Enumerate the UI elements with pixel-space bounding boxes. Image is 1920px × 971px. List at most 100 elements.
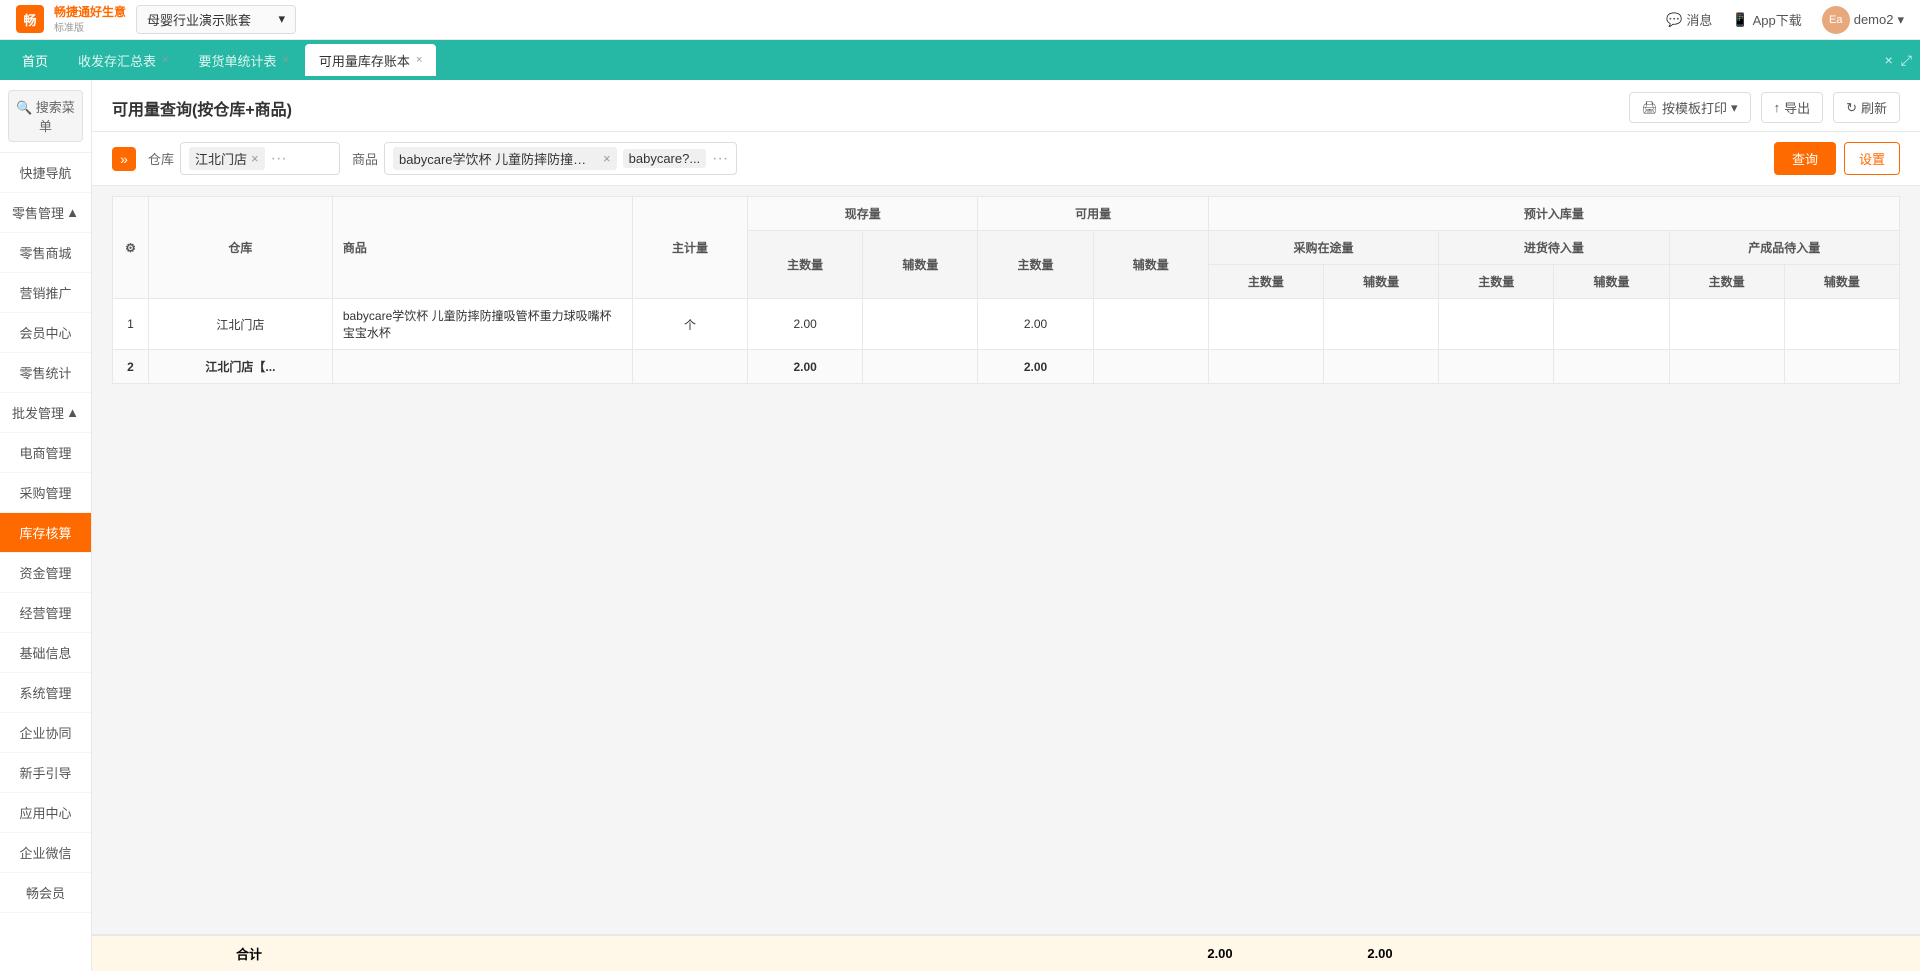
top-bar-left: 畅 畅捷通好生意 标准版 母婴行业演示账套 ▾: [16, 5, 296, 34]
row-inb-aux-2: [1554, 350, 1669, 384]
row-avail-main-1: 2.00: [978, 299, 1093, 350]
app-download-btn[interactable]: 📱 App下载: [1732, 10, 1801, 29]
close-tab-receive[interactable]: ×: [162, 54, 168, 66]
arrow-icon-wholesale: ▲: [66, 405, 79, 420]
industry-selector[interactable]: 母婴行业演示账套 ▾: [136, 5, 296, 34]
brand-icon: 畅: [16, 5, 44, 33]
sidebar-item-wholesale[interactable]: 批发管理 ▲: [0, 393, 91, 433]
sidebar-item-retail-stats[interactable]: 零售统计: [0, 353, 91, 393]
sidebar-item-enterprise-collab[interactable]: 企业协同: [0, 713, 91, 753]
page-title: 可用量查询(按仓库+商品): [112, 96, 292, 120]
remove-product-tag-1[interactable]: ×: [603, 151, 611, 166]
footer-current-main: 2.00: [1180, 946, 1260, 961]
row-prod-aux-1: [1784, 299, 1899, 350]
sidebar: 🔍 搜索菜单 快捷导航 零售管理 ▲ 零售商城 营销推广 会员中心 零售统计 批…: [0, 80, 92, 971]
search-icon: 🔍: [16, 100, 32, 115]
sidebar-item-retail-mall[interactable]: 零售商城: [0, 233, 91, 273]
product-filter: 商品 babycare学饮杯 儿童防摔防撞吸管杯重力球吸嘴杯宝宝水杯 × bab…: [352, 142, 737, 175]
avail-main-qty-header: 主数量: [978, 231, 1093, 299]
sidebar-item-member[interactable]: 畅会员: [0, 873, 91, 913]
sidebar-item-marketing[interactable]: 营销推广: [0, 273, 91, 313]
refresh-btn[interactable]: ↻ 刷新: [1833, 92, 1900, 123]
query-btn[interactable]: 查询: [1774, 142, 1836, 175]
warehouse-label: 仓库: [148, 149, 174, 168]
warehouse-filter: 仓库 江北门店 × ···: [148, 142, 340, 175]
warehouse-input[interactable]: 江北门店 × ···: [180, 142, 340, 175]
warehouse-tag: 江北门店 ×: [189, 147, 265, 170]
purchase-main-header: 主数量: [1208, 265, 1323, 299]
close-all-tabs-icon[interactable]: ×: [1885, 52, 1893, 68]
row-curr-main-2: 2.00: [748, 350, 863, 384]
message-btn[interactable]: 💬 消息: [1666, 10, 1712, 29]
row-unit-2: [632, 350, 747, 384]
settings-btn[interactable]: 设置: [1844, 142, 1900, 175]
filter-actions: 查询 设置: [1774, 142, 1900, 175]
filter-bar: » 仓库 江北门店 × ··· 商品 babycare学饮杯 儿童防摔防撞吸管杯…: [92, 132, 1920, 186]
page-header-actions: 🖨 按模板打印 ▾ ↑ 导出 ↻ 刷新: [1629, 92, 1901, 123]
message-icon: 💬: [1666, 12, 1682, 28]
remove-warehouse-tag[interactable]: ×: [251, 151, 259, 166]
sidebar-item-wechat[interactable]: 企业微信: [0, 833, 91, 873]
sidebar-item-membership[interactable]: 会员中心: [0, 313, 91, 353]
filter-expand-btn[interactable]: »: [112, 147, 136, 171]
sidebar-item-quick-nav[interactable]: 快捷导航: [0, 153, 91, 193]
page-header: 可用量查询(按仓库+商品) 🖨 按模板打印 ▾ ↑ 导出 ↻ 刷新: [92, 80, 1920, 132]
sidebar-item-app-center[interactable]: 应用中心: [0, 793, 91, 833]
export-btn[interactable]: ↑ 导出: [1761, 92, 1824, 123]
row-avail-main-2: 2.00: [978, 350, 1093, 384]
planned-inbound-header: 预计入库量: [1208, 197, 1899, 231]
available-header: 可用量: [978, 197, 1208, 231]
close-tab-available[interactable]: ×: [416, 54, 422, 66]
sidebar-item-retail-mgmt[interactable]: 零售管理 ▲: [0, 193, 91, 233]
tab-available-stock[interactable]: 可用量库存账本 ×: [305, 44, 436, 76]
row-inb-main-1: [1439, 299, 1554, 350]
settings-cell[interactable]: ⚙: [113, 197, 149, 299]
expand-icon[interactable]: ⤢: [1901, 52, 1912, 69]
current-main-qty-header: 主数量: [748, 231, 863, 299]
product-header: 商品: [332, 197, 632, 299]
content-area: 可用量查询(按仓库+商品) 🖨 按模板打印 ▾ ↑ 导出 ↻ 刷新 »: [92, 80, 1920, 971]
row-warehouse-2: 江北门店【...: [149, 350, 333, 384]
tab-actions: × ⤢: [1885, 52, 1912, 69]
download-icon: 📱: [1732, 12, 1748, 28]
row-avail-aux-2: [1093, 350, 1208, 384]
sidebar-item-finance[interactable]: 资金管理: [0, 553, 91, 593]
print-btn[interactable]: 🖨 按模板打印 ▾: [1629, 92, 1751, 123]
tab-home[interactable]: 首页: [8, 44, 62, 76]
sidebar-item-operations[interactable]: 经营管理: [0, 593, 91, 633]
sidebar-item-system[interactable]: 系统管理: [0, 673, 91, 713]
table-container: ⚙ 仓库 商品 主计量 现存量 可用量 预计入库量 主数量 辅数量 主数量 辅数…: [92, 186, 1920, 934]
sidebar-item-ecommerce[interactable]: 电商管理: [0, 433, 91, 473]
warehouse-more[interactable]: ···: [271, 150, 287, 168]
product-label: 商品: [352, 149, 378, 168]
row-pur-aux-1: [1324, 299, 1439, 350]
sidebar-item-purchase[interactable]: 采购管理: [0, 473, 91, 513]
tab-receive-summary[interactable]: 收发存汇总表 ×: [64, 44, 182, 76]
product-input[interactable]: babycare学饮杯 儿童防摔防撞吸管杯重力球吸嘴杯宝宝水杯 × babyca…: [384, 142, 737, 175]
sidebar-item-inventory[interactable]: 库存核算: [0, 513, 91, 553]
main-layout: 🔍 搜索菜单 快捷导航 零售管理 ▲ 零售商城 营销推广 会员中心 零售统计 批…: [0, 80, 1920, 971]
chevron-down-icon: ▾: [278, 11, 285, 27]
sidebar-item-basic-info[interactable]: 基础信息: [0, 633, 91, 673]
export-icon: ↑: [1774, 100, 1781, 115]
close-tab-order[interactable]: ×: [282, 54, 288, 66]
table-header-row-1: ⚙ 仓库 商品 主计量 现存量 可用量 预计入库量: [113, 197, 1900, 231]
product-more[interactable]: ···: [712, 150, 728, 168]
product-pending-header: 产成品待入量: [1669, 231, 1899, 265]
row-product-1: babycare学饮杯 儿童防摔防撞吸管杯重力球吸嘴杯宝宝水杯: [332, 299, 632, 350]
current-stock-header: 现存量: [748, 197, 978, 231]
chevron-down-icon-print: ▾: [1731, 100, 1738, 116]
main-unit-header: 主计量: [632, 197, 747, 299]
data-table: ⚙ 仓库 商品 主计量 现存量 可用量 预计入库量 主数量 辅数量 主数量 辅数…: [112, 196, 1900, 384]
chevron-down-icon-user: ▾: [1897, 12, 1904, 28]
table-footer: 合计 2.00 2.00: [92, 934, 1920, 971]
row-num-2: 2: [113, 350, 149, 384]
row-num-1: 1: [113, 299, 149, 350]
tab-order-stats[interactable]: 要货单统计表 ×: [184, 44, 302, 76]
row-avail-aux-1: [1093, 299, 1208, 350]
footer-label: 合计: [228, 944, 1100, 963]
row-warehouse-1: 江北门店: [149, 299, 333, 350]
sidebar-search-btn[interactable]: 🔍 搜索菜单: [8, 90, 83, 142]
sidebar-item-newbie[interactable]: 新手引导: [0, 753, 91, 793]
user-menu[interactable]: Ea demo2 ▾: [1822, 6, 1904, 34]
